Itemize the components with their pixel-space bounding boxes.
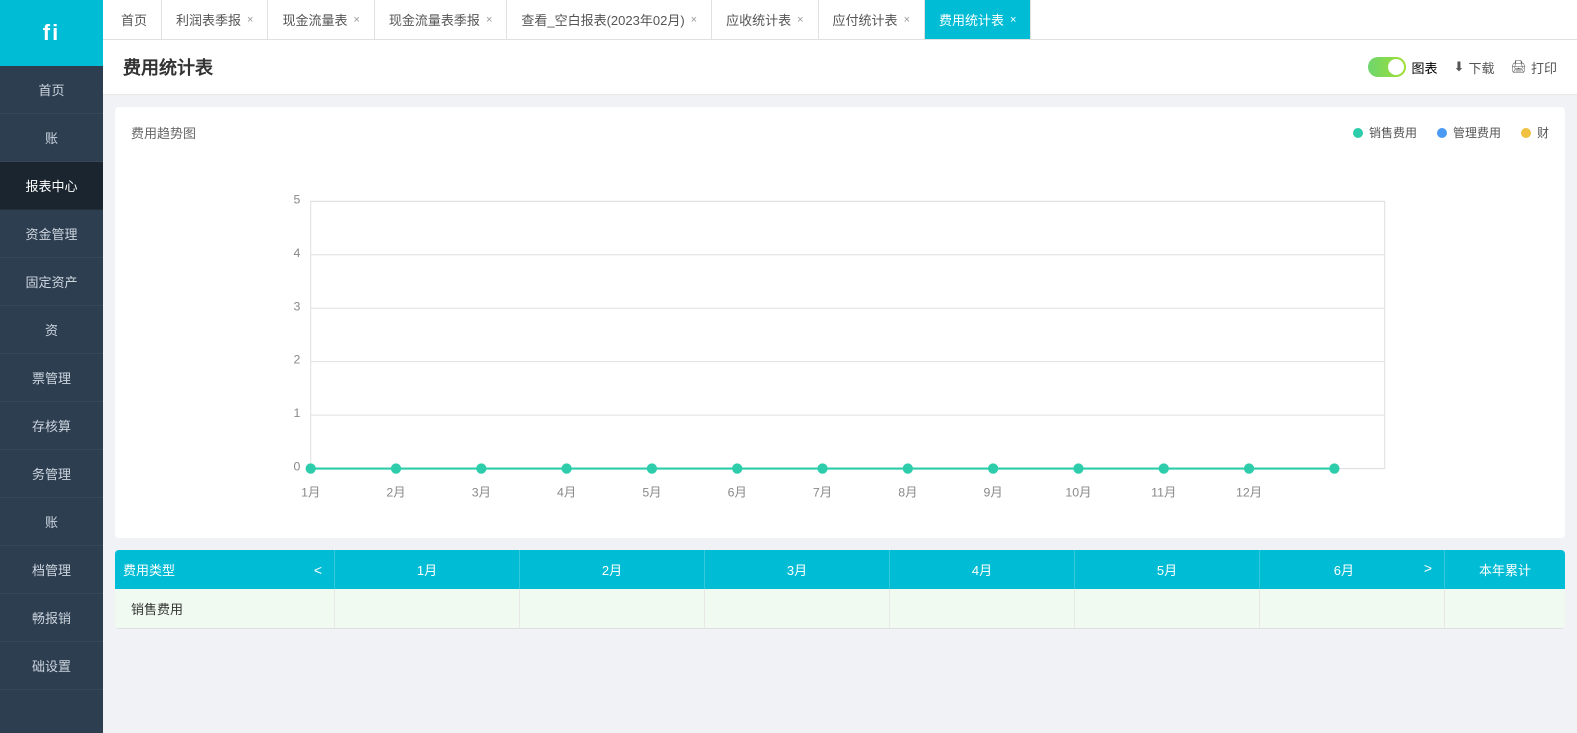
tab-cashflow[interactable]: 现金流量表 × — [268, 0, 374, 40]
table-header-month-4: 4月 — [890, 550, 1075, 589]
tab-close-cashflow[interactable]: × — [353, 14, 359, 26]
legend-label-sales: 销售费用 — [1369, 124, 1417, 141]
sidebar-item-expense[interactable]: 畅报销 — [0, 594, 103, 642]
header-actions: 图表 ⬇ 下载 🖨 打印 — [1368, 57, 1557, 77]
svg-text:5月: 5月 — [642, 485, 661, 499]
chart-title: 费用趋势图 — [131, 123, 196, 142]
sidebar-item-settings[interactable]: 础设置 — [0, 642, 103, 690]
next-arrow[interactable]: > — [1420, 560, 1436, 576]
table-header-month-1: 1月 — [335, 550, 520, 589]
main-area: 首页 利润表季报 × 现金流量表 × 现金流量表季报 × 查看_空白报表(202… — [103, 0, 1577, 733]
table-row-sales: 销售费用 — [115, 589, 1565, 629]
svg-text:11月: 11月 — [1151, 485, 1176, 499]
line-chart-container: 0 1 2 3 4 5 — [131, 152, 1549, 522]
svg-text:12月: 12月 — [1236, 485, 1262, 499]
legend-label-finance: 财 — [1537, 124, 1549, 141]
table-header-month-3: 3月 — [705, 550, 890, 589]
svg-text:7月: 7月 — [813, 485, 832, 499]
table-cell-sales-m1 — [335, 589, 520, 628]
sidebar-item-archive[interactable]: 档管理 — [0, 546, 103, 594]
sidebar-item-ledger[interactable]: 账 — [0, 498, 103, 546]
table-section: 费用类型 < 1月 2月 3月 4月 5月 6月 > 本年累计 销售费用 — [115, 550, 1565, 629]
type-label: 费用类型 — [123, 560, 175, 579]
legend-dot-finance — [1521, 128, 1531, 138]
table-header-month-2: 2月 — [520, 550, 705, 589]
sidebar-item-service[interactable]: 务管理 — [0, 450, 103, 498]
tab-blank-report[interactable]: 查看_空白报表(2023年02月) × — [507, 0, 712, 40]
chart-section: 费用趋势图 销售费用 管理费用 财 — [115, 107, 1565, 538]
svg-text:10月: 10月 — [1065, 485, 1091, 499]
tab-close-payable[interactable]: × — [904, 14, 910, 26]
chart-toggle-label: 图表 — [1412, 58, 1438, 77]
svg-text:6月: 6月 — [728, 485, 747, 499]
tab-close-blank-report[interactable]: × — [691, 14, 697, 26]
chart-legend: 销售费用 管理费用 财 — [1353, 124, 1549, 141]
page-title: 费用统计表 — [123, 54, 213, 80]
svg-text:4: 4 — [294, 246, 301, 260]
sidebar-item-invoice[interactable]: 票管理 — [0, 354, 103, 402]
tab-receivable[interactable]: 应收统计表 × — [712, 0, 818, 40]
svg-text:4月: 4月 — [557, 485, 576, 499]
sidebar-item-inventory[interactable]: 存核算 — [0, 402, 103, 450]
table-cell-type-sales: 销售费用 — [115, 589, 335, 628]
svg-text:8月: 8月 — [898, 485, 917, 499]
tab-close-profit-quarterly[interactable]: × — [247, 14, 253, 26]
sidebar-item-capital[interactable]: 资金管理 — [0, 210, 103, 258]
print-button[interactable]: 🖨 打印 — [1510, 58, 1557, 77]
prev-arrow[interactable]: < — [310, 562, 326, 578]
line-chart-svg: 0 1 2 3 4 5 — [131, 152, 1549, 522]
legend-dot-sales — [1353, 128, 1363, 138]
download-button[interactable]: ⬇ 下载 — [1454, 58, 1495, 77]
content-area: 费用统计表 图表 ⬇ 下载 🖨 打印 费用趋势图 — [103, 40, 1577, 733]
table-header-month-6: 6月 > — [1260, 550, 1445, 589]
tab-home[interactable]: 首页 — [107, 0, 162, 40]
sidebar-item-home[interactable]: 首页 — [0, 66, 103, 114]
table-cell-sales-m6 — [1260, 589, 1445, 628]
tab-bar: 首页 利润表季报 × 现金流量表 × 现金流量表季报 × 查看_空白报表(202… — [103, 0, 1577, 40]
print-icon: 🖨 — [1510, 59, 1527, 75]
legend-finance: 财 — [1521, 124, 1549, 141]
tab-expense-stats[interactable]: 费用统计表 × — [925, 0, 1031, 40]
table-cell-sales-m5 — [1075, 589, 1260, 628]
legend-management: 管理费用 — [1437, 124, 1501, 141]
download-icon: ⬇ — [1454, 59, 1465, 75]
sidebar-logo: fi — [0, 0, 103, 66]
chart-header: 费用趋势图 销售费用 管理费用 财 — [131, 123, 1549, 142]
tab-cashflow-quarterly[interactable]: 现金流量表季报 × — [375, 0, 507, 40]
svg-text:3: 3 — [294, 299, 301, 313]
sidebar-item-assets[interactable]: 固定资产 — [0, 258, 103, 306]
table-cell-sales-m4 — [890, 589, 1075, 628]
legend-label-management: 管理费用 — [1453, 124, 1501, 141]
sidebar: fi 首页 账 报表中心 资金管理 固定资产 资 票管理 存核算 务管理 账 档… — [0, 0, 103, 733]
svg-text:1: 1 — [294, 406, 301, 420]
page-header: 费用统计表 图表 ⬇ 下载 🖨 打印 — [103, 40, 1577, 95]
sidebar-item-resource[interactable]: 资 — [0, 306, 103, 354]
svg-text:2: 2 — [294, 353, 301, 367]
tab-profit-quarterly[interactable]: 利润表季报 × — [162, 0, 268, 40]
legend-sales: 销售费用 — [1353, 124, 1417, 141]
sidebar-item-reports[interactable]: 报表中心 — [0, 162, 103, 210]
table-header-type: 费用类型 < — [115, 550, 335, 589]
table-header-month-5: 5月 — [1075, 550, 1260, 589]
svg-text:1月: 1月 — [301, 485, 320, 499]
sidebar-item-account[interactable]: 账 — [0, 114, 103, 162]
tab-close-receivable[interactable]: × — [797, 14, 803, 26]
svg-text:9月: 9月 — [984, 485, 1003, 499]
svg-text:0: 0 — [294, 460, 301, 474]
chart-toggle[interactable] — [1368, 57, 1406, 77]
table-cell-sales-total — [1445, 589, 1565, 628]
tab-payable[interactable]: 应付统计表 × — [819, 0, 925, 40]
svg-text:5: 5 — [294, 192, 301, 206]
table-cell-sales-m3 — [705, 589, 890, 628]
legend-dot-management — [1437, 128, 1447, 138]
svg-text:3月: 3月 — [472, 485, 491, 499]
table-header-row: 费用类型 < 1月 2月 3月 4月 5月 6月 > 本年累计 — [115, 550, 1565, 589]
table-header-total: 本年累计 — [1445, 550, 1565, 589]
chart-toggle-wrapper: 图表 — [1368, 57, 1438, 77]
tab-close-cashflow-quarterly[interactable]: × — [486, 14, 492, 26]
tab-close-expense-stats[interactable]: × — [1010, 14, 1016, 26]
table-cell-sales-m2 — [520, 589, 705, 628]
svg-text:2月: 2月 — [386, 485, 405, 499]
